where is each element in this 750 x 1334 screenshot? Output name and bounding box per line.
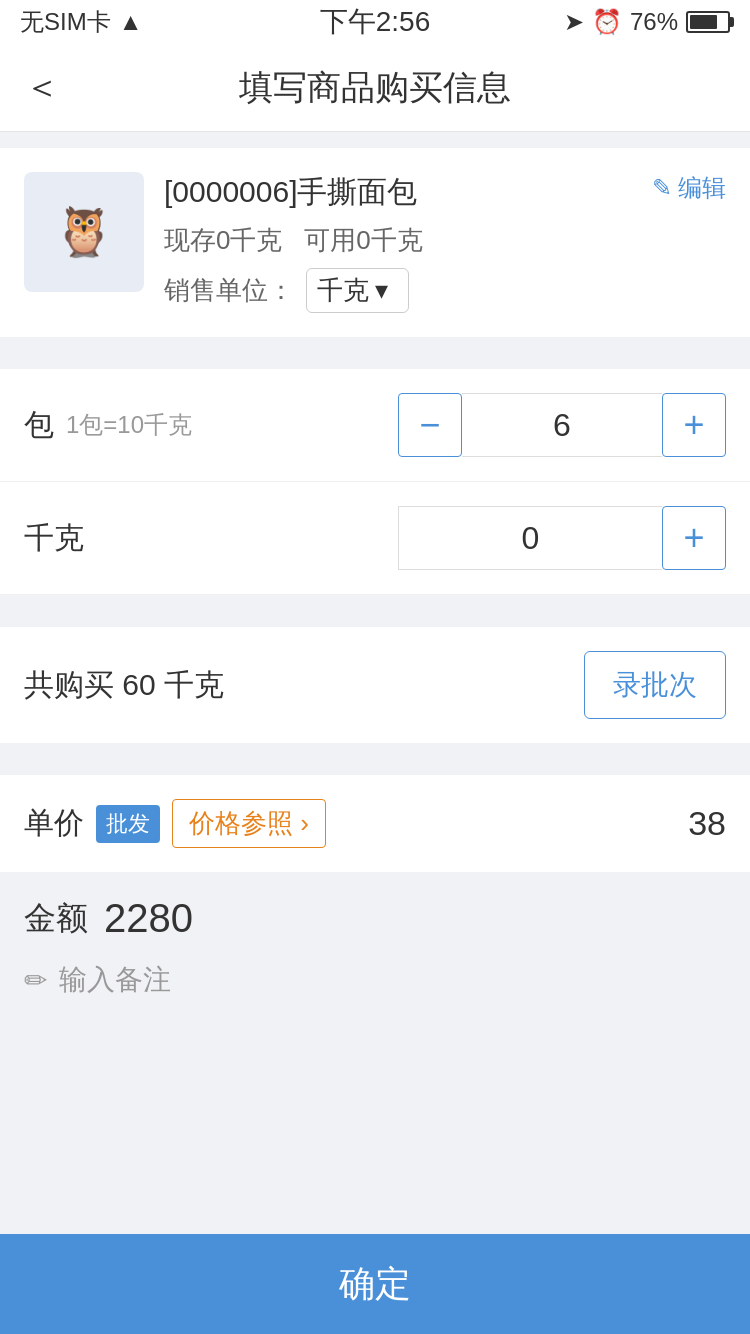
- kg-input-row: 千克 +: [0, 482, 750, 595]
- chevron-down-icon: ▾: [375, 275, 388, 306]
- kg-quantity-input[interactable]: [398, 506, 662, 570]
- kg-quantity-control: +: [398, 506, 726, 570]
- wifi-icon: ▲: [119, 8, 143, 36]
- package-label: 包 1包=10千克: [24, 405, 398, 446]
- price-label: 单价: [24, 803, 84, 844]
- carrier-label: 无SIM卡: [20, 6, 111, 38]
- page-title: 填写商品购买信息: [239, 65, 511, 111]
- amount-section: 金额 2280 ✏ 输入备注: [0, 872, 750, 1023]
- kg-label: 千克: [24, 518, 398, 559]
- note-placeholder: 输入备注: [59, 961, 171, 999]
- alarm-icon: ⏰: [592, 8, 622, 36]
- unit-value: 千克: [317, 273, 369, 308]
- separator-1: [0, 337, 750, 353]
- status-bar: 无SIM卡 ▲ 下午2:56 ➤ ⏰ 76%: [0, 0, 750, 44]
- status-bar-right: ➤ ⏰ 76%: [564, 8, 730, 36]
- edit-button[interactable]: ✎ 编辑: [652, 172, 726, 204]
- price-reference-button[interactable]: 价格参照 ›: [172, 799, 326, 848]
- unit-label: 销售单位：: [164, 273, 294, 308]
- product-card: 🦉 [0000006]手撕面包 现存0千克 可用0千克 销售单位： 千克 ▾ ✎…: [0, 148, 750, 337]
- status-bar-time: 下午2:56: [320, 3, 431, 41]
- battery-fill: [690, 15, 717, 29]
- pencil-icon: ✏: [24, 964, 47, 997]
- location-icon: ➤: [564, 8, 584, 36]
- price-section: 单价 批发 价格参照 › 38: [0, 775, 750, 872]
- input-section: 包 1包=10千克 − + 千克 +: [0, 369, 750, 595]
- amount-label: 金额: [24, 897, 88, 941]
- stock-current: 现存0千克: [164, 225, 282, 255]
- package-label-text: 包: [24, 405, 54, 446]
- package-plus-button[interactable]: +: [662, 393, 726, 457]
- confirm-button[interactable]: 确定: [0, 1234, 750, 1334]
- package-label-sub: 1包=10千克: [66, 409, 192, 441]
- separator-2: [0, 595, 750, 611]
- edit-label: 编辑: [678, 172, 726, 204]
- summary-text: 共购买 60 千克: [24, 665, 224, 706]
- package-quantity-control: − +: [398, 393, 726, 457]
- package-input-row: 包 1包=10千克 − +: [0, 369, 750, 482]
- price-label-group: 单价 批发 价格参照 ›: [24, 799, 326, 848]
- battery-percent: 76%: [630, 8, 678, 36]
- amount-value: 2280: [104, 896, 193, 941]
- package-quantity-input[interactable]: [462, 393, 662, 457]
- product-name: [0000006]手撕面包: [164, 172, 726, 213]
- back-button[interactable]: ＜: [24, 63, 60, 112]
- record-batch-button[interactable]: 录批次: [584, 651, 726, 719]
- price-type-badge: 批发: [96, 805, 160, 843]
- edit-icon: ✎: [652, 174, 672, 202]
- summary-section: 共购买 60 千克 录批次: [0, 627, 750, 743]
- product-unit-row: 销售单位： 千克 ▾: [164, 268, 726, 313]
- battery-icon: [686, 11, 730, 33]
- nav-bar: ＜ 填写商品购买信息: [0, 44, 750, 132]
- kg-plus-button[interactable]: +: [662, 506, 726, 570]
- stock-available: 可用0千克: [304, 225, 422, 255]
- product-thumbnail: 🦉: [24, 172, 144, 292]
- note-row[interactable]: ✏ 输入备注: [24, 961, 726, 999]
- amount-row: 金额 2280: [24, 896, 726, 941]
- product-image-icon: 🦉: [54, 204, 114, 260]
- status-bar-left: 无SIM卡 ▲: [20, 6, 142, 38]
- unit-selector[interactable]: 千克 ▾: [306, 268, 409, 313]
- package-minus-button[interactable]: −: [398, 393, 462, 457]
- product-info: [0000006]手撕面包 现存0千克 可用0千克 销售单位： 千克 ▾: [164, 172, 726, 313]
- separator-3: [0, 743, 750, 759]
- kg-label-text: 千克: [24, 518, 84, 559]
- product-stock: 现存0千克 可用0千克: [164, 223, 726, 258]
- price-value: 38: [688, 804, 726, 843]
